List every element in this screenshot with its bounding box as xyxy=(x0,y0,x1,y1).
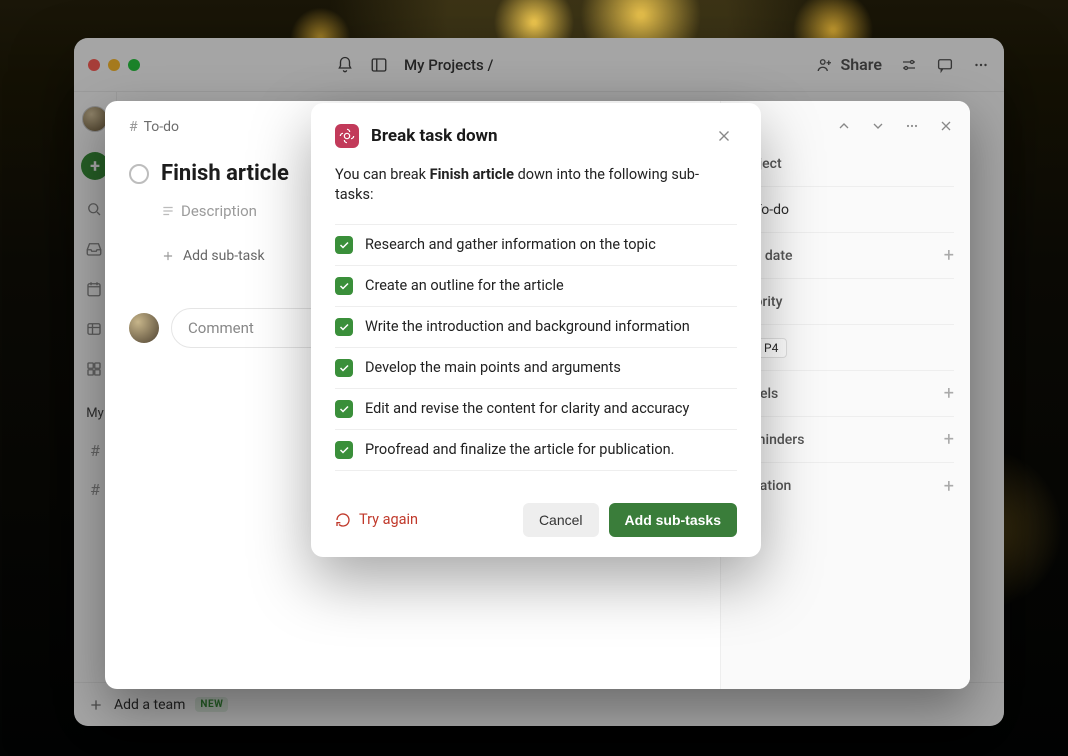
window-close[interactable] xyxy=(88,59,100,71)
comment-placeholder: Comment xyxy=(188,319,254,337)
next-task-icon[interactable] xyxy=(870,118,886,134)
task-title[interactable]: Finish article xyxy=(161,161,289,186)
subtask-label: Research and gather information on the t… xyxy=(365,236,656,253)
reminders-field[interactable]: Reminders + xyxy=(737,417,954,463)
prev-task-icon[interactable] xyxy=(836,118,852,134)
subtask-row[interactable]: Edit and revise the content for clarity … xyxy=(335,389,737,430)
breadcrumb-label: To-do xyxy=(144,119,179,135)
project-item[interactable]: # xyxy=(90,441,100,460)
labels-field[interactable]: Labels + xyxy=(737,371,954,417)
priority-value-row[interactable]: P4 xyxy=(737,325,954,371)
add-subtask-label: Add sub-task xyxy=(183,248,265,264)
add-subtasks-button[interactable]: Add sub-tasks xyxy=(609,503,737,537)
subtask-label: Develop the main points and arguments xyxy=(365,359,621,376)
add-icon[interactable]: + xyxy=(944,383,954,404)
inbox-icon[interactable] xyxy=(85,240,105,260)
settings-sliders-icon[interactable] xyxy=(900,56,918,74)
subtask-label: Write the introduction and background in… xyxy=(365,318,690,335)
search-icon[interactable] xyxy=(85,200,105,220)
subtask-checkbox[interactable] xyxy=(335,441,353,459)
subtask-row[interactable]: Proofread and finalize the article for p… xyxy=(335,430,737,471)
add-team-label[interactable]: Add a team xyxy=(114,697,185,713)
subtask-checkbox[interactable] xyxy=(335,318,353,336)
modal-title: Break task down xyxy=(371,126,498,146)
hash-icon: # xyxy=(129,119,138,135)
new-badge: NEW xyxy=(195,697,228,712)
try-again-button[interactable]: Try again xyxy=(335,511,418,528)
more-icon[interactable] xyxy=(904,118,920,134)
share-label: Share xyxy=(840,55,882,74)
ai-icon xyxy=(335,124,359,148)
subtask-row[interactable]: Develop the main points and arguments xyxy=(335,348,737,389)
close-icon[interactable] xyxy=(711,123,737,149)
subtask-checkbox[interactable] xyxy=(335,277,353,295)
break-task-modal: Break task down You can break Finish art… xyxy=(311,103,761,557)
subtask-row[interactable]: Research and gather information on the t… xyxy=(335,225,737,266)
grid-icon[interactable] xyxy=(85,360,105,380)
breadcrumb[interactable]: My Projects / xyxy=(404,56,493,74)
close-panel-icon[interactable] xyxy=(938,118,954,134)
plus-icon xyxy=(161,249,175,263)
intro-prefix: You can break xyxy=(335,166,430,183)
project-field[interactable]: Project xyxy=(737,141,954,187)
plus-icon[interactable] xyxy=(88,697,104,713)
calendar-icon[interactable] xyxy=(85,280,105,300)
complete-task-checkbox[interactable] xyxy=(129,164,149,184)
sidebar-section-label: My xyxy=(86,406,104,421)
subtask-list: Research and gather information on the t… xyxy=(335,224,737,471)
subtask-checkbox[interactable] xyxy=(335,359,353,377)
project-item[interactable]: # xyxy=(90,480,100,499)
subtask-label: Edit and revise the content for clarity … xyxy=(365,400,689,417)
chat-icon[interactable] xyxy=(936,56,954,74)
window-controls[interactable] xyxy=(88,59,140,71)
try-again-label: Try again xyxy=(359,511,418,528)
more-icon[interactable] xyxy=(972,56,990,74)
subtask-row[interactable]: Write the introduction and background in… xyxy=(335,307,737,348)
subtask-label: Create an outline for the article xyxy=(365,277,564,294)
add-icon[interactable]: + xyxy=(944,476,954,497)
priority-field[interactable]: Priority xyxy=(737,279,954,325)
window-zoom[interactable] xyxy=(128,59,140,71)
modal-intro: You can break Finish article down into t… xyxy=(335,165,737,206)
description-placeholder: Description xyxy=(181,202,257,220)
cancel-button[interactable]: Cancel xyxy=(523,503,599,537)
bell-icon[interactable] xyxy=(336,56,354,74)
priority-value: P4 xyxy=(764,341,778,355)
table-icon[interactable] xyxy=(85,320,105,340)
subtask-label: Proofread and finalize the article for p… xyxy=(365,441,674,458)
due-date-field[interactable]: Due date + xyxy=(737,233,954,279)
project-value-row[interactable]: #To-do xyxy=(737,187,954,233)
share-button[interactable]: Share xyxy=(816,55,882,74)
window-minimize[interactable] xyxy=(108,59,120,71)
subtask-checkbox[interactable] xyxy=(335,236,353,254)
app-titlebar: My Projects / Share xyxy=(74,38,1004,92)
subtask-checkbox[interactable] xyxy=(335,400,353,418)
location-field[interactable]: Location + xyxy=(737,463,954,509)
subtask-row[interactable]: Create an outline for the article xyxy=(335,266,737,307)
comment-avatar xyxy=(129,313,159,343)
sidebar-toggle-icon[interactable] xyxy=(370,56,388,74)
add-icon[interactable]: + xyxy=(944,245,954,266)
add-icon[interactable]: + xyxy=(944,429,954,450)
intro-task-name: Finish article xyxy=(430,166,514,183)
